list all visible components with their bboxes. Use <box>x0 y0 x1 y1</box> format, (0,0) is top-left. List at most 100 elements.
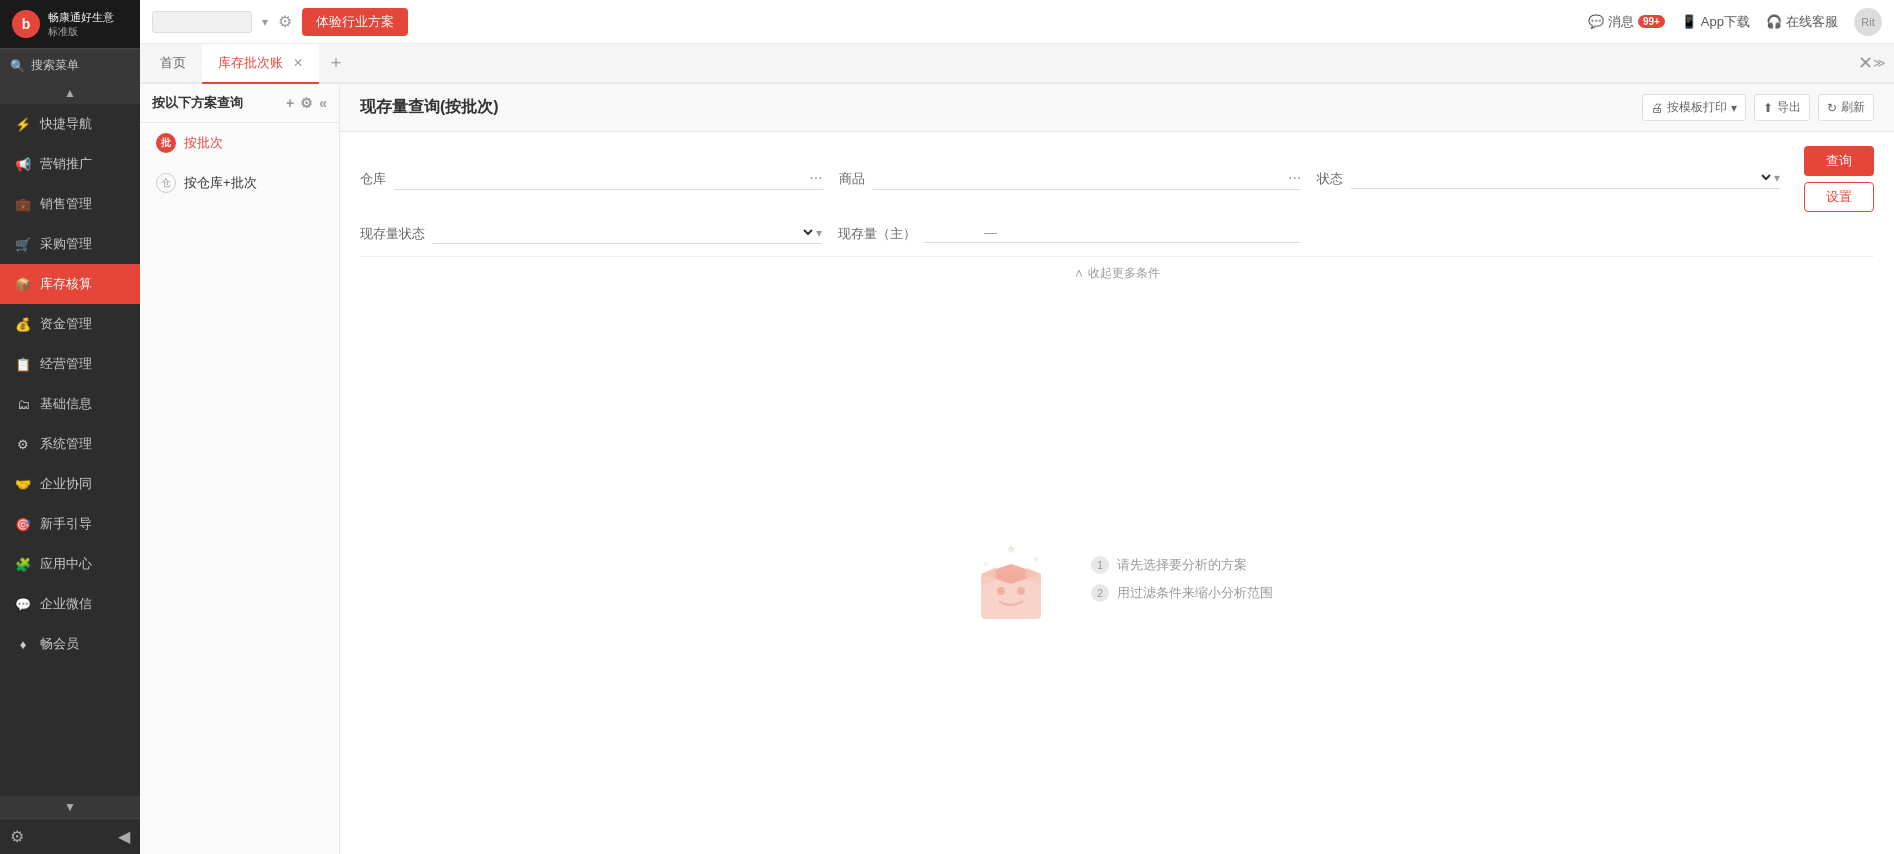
breadcrumb-chevron-icon[interactable]: ▾ <box>262 15 268 29</box>
brand-sub: 标准版 <box>48 25 114 38</box>
sidebar-item-business[interactable]: 📋 经营管理 <box>0 344 140 384</box>
app-download-button[interactable]: 📱 App下载 <box>1681 13 1750 31</box>
sidebar-item-collab[interactable]: 🤝 企业协同 <box>0 464 140 504</box>
warehouse-dots[interactable]: ··· <box>809 169 822 187</box>
footer-settings-icon[interactable]: ⚙ <box>10 827 24 846</box>
search-icon: 🔍 <box>10 59 25 73</box>
print-template-button[interactable]: 🖨 按模板打印 ▾ <box>1642 94 1746 121</box>
empty-tips: 1 请先选择要分析的方案 2 用过滤条件来缩小分析范围 <box>1091 556 1273 602</box>
add-solution-icon[interactable]: + <box>286 95 294 111</box>
service-icon: 🎧 <box>1766 14 1782 29</box>
sidebar-item-apps[interactable]: 🧩 应用中心 <box>0 544 140 584</box>
tab-add-button[interactable]: + <box>327 53 346 74</box>
collapse-more-conditions[interactable]: ∧ 收起更多条件 <box>360 256 1874 290</box>
user-avatar-button[interactable]: Rit <box>1854 8 1882 36</box>
solution-by-warehouse-batch-label: 按仓库+批次 <box>184 174 257 192</box>
footer-collapse-icon[interactable]: ◀ <box>118 827 130 846</box>
tab-inventory-batch[interactable]: 库存批次账 ✕ <box>202 44 319 84</box>
export-button[interactable]: ⬆ 导出 <box>1754 94 1810 121</box>
sidebar-item-wechat[interactable]: 💬 企业微信 <box>0 584 140 624</box>
filter-inventory-qty: 现存量（主） — <box>838 225 1300 243</box>
status-arrow-icon: ▾ <box>1774 171 1780 185</box>
sidebar-search[interactable]: 🔍 搜索菜单 <box>0 49 140 82</box>
sidebar-item-basic[interactable]: 🗂 基础信息 <box>0 384 140 424</box>
sidebar-item-system[interactable]: ⚙ 系统管理 <box>0 424 140 464</box>
refresh-button[interactable]: ↻ 刷新 <box>1818 94 1874 121</box>
message-button[interactable]: 💬 消息 99+ <box>1588 13 1665 31</box>
refresh-label: 刷新 <box>1841 99 1865 116</box>
sidebar-item-quick-nav[interactable]: ⚡ 快捷导航 <box>0 104 140 144</box>
system-icon: ⚙ <box>14 435 32 453</box>
left-panel-header: 按以下方案查询 + ⚙ « <box>140 84 339 123</box>
settings-button[interactable]: 设置 <box>1804 182 1874 212</box>
tab-home[interactable]: 首页 <box>144 44 202 84</box>
inventory-icon: 📦 <box>14 275 32 293</box>
solution-by-warehouse-batch[interactable]: 仓 按仓库+批次 <box>140 163 339 203</box>
tabbar: 首页 库存批次账 ✕ + ✕ ≫ <box>140 44 1894 84</box>
inventory-status-select[interactable] <box>433 224 816 241</box>
solution-by-batch[interactable]: 批 按批次 <box>140 123 339 163</box>
print-icon: 🖨 <box>1651 101 1663 115</box>
sidebar-item-label: 新手引导 <box>40 515 92 533</box>
sidebar-item-label: 企业微信 <box>40 595 92 613</box>
tab-home-label: 首页 <box>160 55 186 70</box>
sidebar-item-inventory[interactable]: 📦 库存核算 <box>0 264 140 304</box>
print-arrow-icon: ▾ <box>1731 101 1737 115</box>
refresh-icon: ↻ <box>1827 101 1837 115</box>
svg-point-8 <box>984 562 988 566</box>
breadcrumb-input[interactable] <box>152 11 252 33</box>
tip-num-2: 2 <box>1091 584 1109 602</box>
settings-solution-icon[interactable]: ⚙ <box>300 95 313 111</box>
sidebar-item-label: 资金管理 <box>40 315 92 333</box>
inventory-qty-min[interactable] <box>924 225 984 240</box>
vip-icon: ♦ <box>14 635 32 653</box>
sidebar-scroll-down[interactable]: ▼ <box>0 796 140 818</box>
filter-goods: 商品 ··· <box>839 169 1302 190</box>
left-panel: 按以下方案查询 + ⚙ « 批 按批次 仓 按仓库+批次 <box>140 84 340 854</box>
sidebar-item-vip[interactable]: ♦ 畅会员 <box>0 624 140 664</box>
tab-close-icon[interactable]: ✕ <box>293 56 303 70</box>
sidebar-item-label: 应用中心 <box>40 555 92 573</box>
filter-area: 仓库 ··· 商品 ··· 状态 <box>340 132 1894 304</box>
brand-info: 畅康通好生意 标准版 <box>48 10 114 37</box>
sidebar-item-finance[interactable]: 💰 资金管理 <box>0 304 140 344</box>
panel-close-icon[interactable]: ✕ <box>1858 52 1873 74</box>
sidebar-item-marketing[interactable]: 📢 营销推广 <box>0 144 140 184</box>
status-select-wrap: ▾ <box>1351 169 1780 189</box>
content-area: 按以下方案查询 + ⚙ « 批 按批次 仓 按仓库+批次 现存量查询(按批次) <box>140 84 1894 854</box>
export-label: 导出 <box>1777 99 1801 116</box>
inventory-qty-max[interactable] <box>997 225 1057 240</box>
topbar: ▾ ⚙ 体验行业方案 💬 消息 99+ 📱 App下载 🎧 在线客服 Rit <box>140 0 1894 44</box>
topbar-gear-icon[interactable]: ⚙ <box>278 12 292 31</box>
page-title: 现存量查询(按批次) <box>360 97 499 118</box>
page-actions: 🖨 按模板打印 ▾ ⬆ 导出 ↻ 刷新 <box>1642 94 1874 121</box>
filter-inventory-status: 现存量状态 ▾ <box>360 224 822 244</box>
avatar: Rit <box>1854 8 1882 36</box>
warehouse-input[interactable] <box>394 170 809 185</box>
inventory-qty-wrap: — <box>924 225 1300 243</box>
online-service-button[interactable]: 🎧 在线客服 <box>1766 13 1838 31</box>
sidebar-item-sales[interactable]: 💼 销售管理 <box>0 184 140 224</box>
sidebar-item-label: 畅会员 <box>40 635 79 653</box>
status-select[interactable] <box>1351 169 1774 186</box>
sidebar-scroll-up[interactable]: ▲ <box>0 82 140 104</box>
print-label: 按模板打印 <box>1667 99 1727 116</box>
right-panel: 现存量查询(按批次) 🖨 按模板打印 ▾ ⬆ 导出 ↻ 刷新 <box>340 84 1894 854</box>
business-icon: 📋 <box>14 355 32 373</box>
wechat-icon: 💬 <box>14 595 32 613</box>
collapse-panel-icon[interactable]: « <box>319 95 327 111</box>
sidebar-item-purchase[interactable]: 🛒 采购管理 <box>0 224 140 264</box>
panel-more-icon[interactable]: ≫ <box>1873 56 1886 70</box>
warehouse-filter-label: 仓库 <box>360 170 386 188</box>
inventory-qty-dash: — <box>984 225 997 240</box>
sidebar-item-newbie[interactable]: 🎯 新手引导 <box>0 504 140 544</box>
goods-input-wrap: ··· <box>873 169 1302 190</box>
collapse-label: 收起更多条件 <box>1088 266 1160 280</box>
empty-box-svg <box>961 529 1061 629</box>
message-label: 消息 <box>1608 13 1634 31</box>
goods-dots[interactable]: ··· <box>1288 169 1301 187</box>
tip-text-1: 请先选择要分析的方案 <box>1117 556 1247 574</box>
goods-input[interactable] <box>873 170 1288 185</box>
trial-button[interactable]: 体验行业方案 <box>302 8 408 36</box>
query-button[interactable]: 查询 <box>1804 146 1874 176</box>
